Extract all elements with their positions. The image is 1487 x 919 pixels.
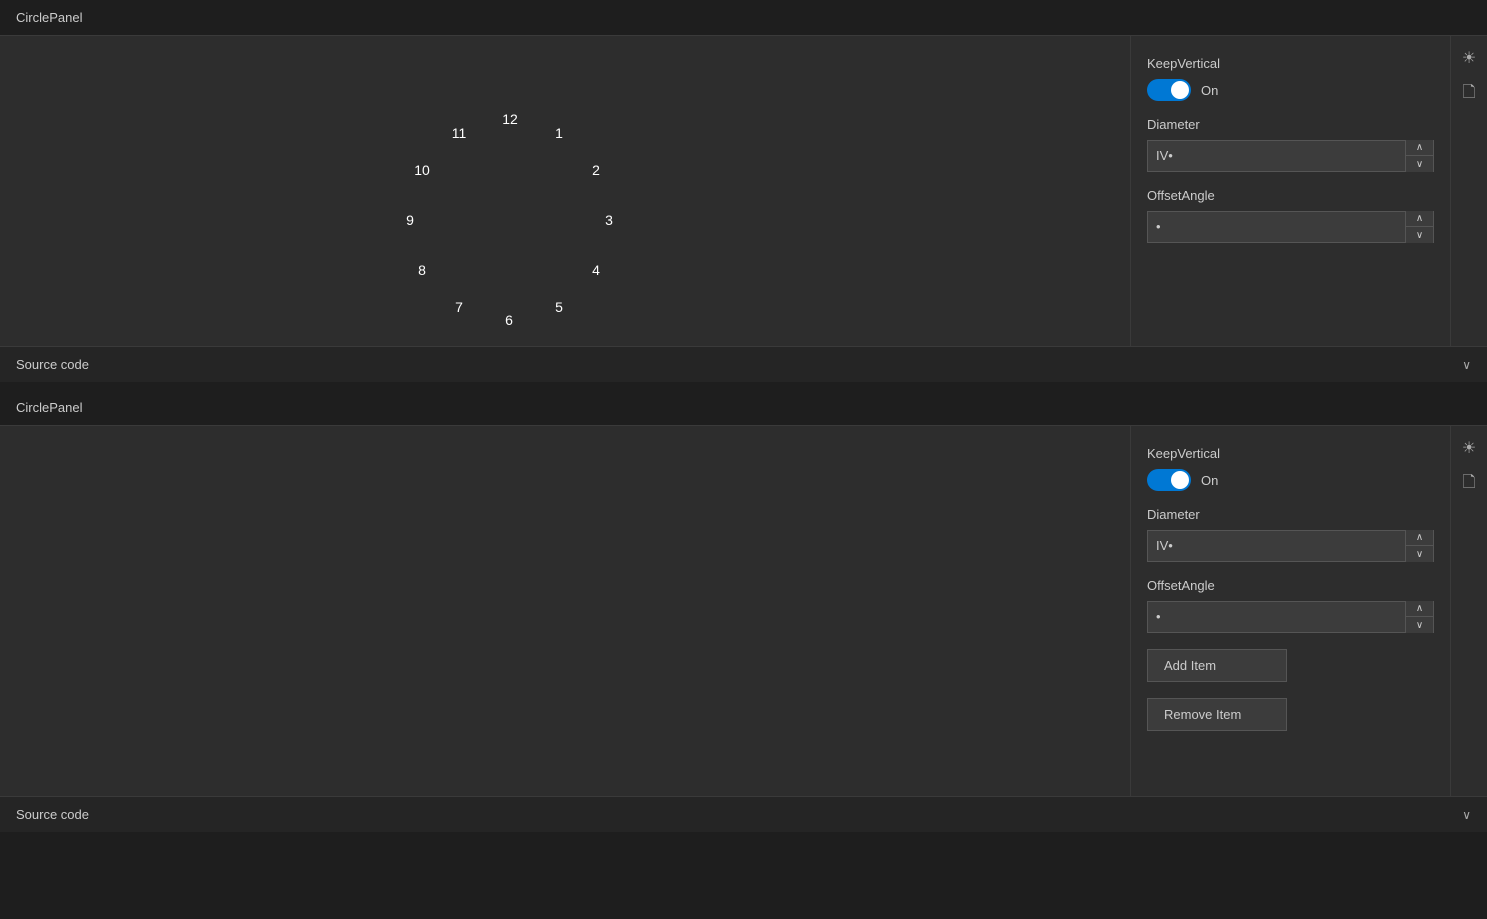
panel2-offset-angle-label: OffsetAngle: [1147, 578, 1434, 593]
panel1-diameter-label: Diameter: [1147, 117, 1434, 132]
circle-number-8: 8: [418, 262, 426, 278]
panel2-keep-vertical-state: On: [1201, 473, 1218, 488]
panel2-source-code-row[interactable]: Source code ∨: [0, 796, 1487, 832]
panel1-file-icon[interactable]: 🗋: [1455, 80, 1483, 108]
panel2-offset-angle-buttons: ∧ ∨: [1405, 601, 1433, 633]
panel1-canvas: 121111029384765: [0, 36, 1130, 346]
panel2-controls: KeepVertical On Diameter IV• ∧ ∨ OffsetA…: [1130, 426, 1450, 796]
panel2-source-code-label: Source code: [16, 807, 89, 822]
circle-number-9: 9: [406, 212, 414, 228]
circle-number-6: 6: [505, 312, 513, 328]
panel2-diameter-down[interactable]: ∨: [1405, 546, 1433, 562]
panel1-diameter-buttons: ∧ ∨: [1405, 140, 1433, 172]
section-separator: [0, 382, 1487, 390]
panel2-offset-angle-group: OffsetAngle • ∧ ∨: [1147, 578, 1434, 633]
panel2-offset-angle-down[interactable]: ∨: [1405, 617, 1433, 633]
panel2-keep-vertical-label: KeepVertical: [1147, 446, 1434, 461]
panel1-offset-angle-value: •: [1148, 211, 1405, 243]
panel1-sun-icon[interactable]: ☀: [1455, 44, 1483, 72]
panel1-diameter-down[interactable]: ∨: [1405, 156, 1433, 172]
panel2-canvas: [0, 426, 1130, 796]
panel2-keep-vertical-toggle[interactable]: [1147, 469, 1191, 491]
panel1-diameter-value: IV•: [1148, 140, 1405, 172]
panel2-file-icon[interactable]: 🗋: [1455, 470, 1483, 498]
circle-number-11: 11: [452, 125, 467, 141]
circle-number-7: 7: [455, 299, 463, 315]
circle-number-10: 10: [414, 162, 430, 178]
remove-item-group: Remove Item: [1147, 698, 1434, 731]
panel1-offset-angle-group: OffsetAngle • ∧ ∨: [1147, 188, 1434, 243]
panel1-offset-angle-spinner: • ∧ ∨: [1147, 211, 1434, 243]
remove-item-button[interactable]: Remove Item: [1147, 698, 1287, 731]
circle-number-3: 3: [605, 212, 613, 228]
panel2-side-icons: ☀ 🗋: [1450, 426, 1487, 796]
circle-number-12: 12: [502, 111, 518, 127]
panel1-source-code-label: Source code: [16, 357, 89, 372]
panel1-diameter-group: Diameter IV• ∧ ∨: [1147, 117, 1434, 172]
circle-number-2: 2: [592, 162, 600, 178]
panel1-source-code-row[interactable]: Source code ∨: [0, 346, 1487, 382]
panel1-offset-angle-down[interactable]: ∨: [1405, 227, 1433, 243]
panel2-offset-angle-value: •: [1148, 601, 1405, 633]
add-item-button[interactable]: Add Item: [1147, 649, 1287, 682]
panel2-diameter-value: IV•: [1148, 530, 1405, 562]
add-item-group: Add Item: [1147, 649, 1434, 682]
panel2-title: CirclePanel: [0, 390, 1487, 425]
panel2-diameter-up[interactable]: ∧: [1405, 530, 1433, 546]
panel1-keep-vertical-group: KeepVertical On: [1147, 56, 1434, 101]
panel1-offset-angle-buttons: ∧ ∨: [1405, 211, 1433, 243]
circle-number-4: 4: [592, 262, 600, 278]
panel2-offset-angle-spinner: • ∧ ∨: [1147, 601, 1434, 633]
panel1-offset-angle-up[interactable]: ∧: [1405, 211, 1433, 227]
panel1-title: CirclePanel: [0, 0, 1487, 35]
panel1-controls: KeepVertical On Diameter IV• ∧ ∨ OffsetA…: [1130, 36, 1450, 346]
panel2-diameter-buttons: ∧ ∨: [1405, 530, 1433, 562]
panel2-keep-vertical-group: KeepVertical On: [1147, 446, 1434, 491]
panel1-offset-angle-label: OffsetAngle: [1147, 188, 1434, 203]
panel2-sun-icon[interactable]: ☀: [1455, 434, 1483, 462]
panel2-diameter-group: Diameter IV• ∧ ∨: [1147, 507, 1434, 562]
circle-number-1: 1: [555, 125, 563, 141]
panel2-source-code-chevron: ∨: [1462, 808, 1471, 822]
panel2-offset-angle-up[interactable]: ∧: [1405, 601, 1433, 617]
panel1-diameter-up[interactable]: ∧: [1405, 140, 1433, 156]
panel2-diameter-spinner: IV• ∧ ∨: [1147, 530, 1434, 562]
panel1-keep-vertical-state: On: [1201, 83, 1218, 98]
circle-number-5: 5: [555, 299, 563, 315]
panel1-keep-vertical-toggle[interactable]: [1147, 79, 1191, 101]
panel1-keep-vertical-label: KeepVertical: [1147, 56, 1434, 71]
panel1-source-code-chevron: ∨: [1462, 358, 1471, 372]
panel2-diameter-label: Diameter: [1147, 507, 1434, 522]
panel1-diameter-spinner: IV• ∧ ∨: [1147, 140, 1434, 172]
panel1-side-icons: ☀ 🗋: [1450, 36, 1487, 346]
